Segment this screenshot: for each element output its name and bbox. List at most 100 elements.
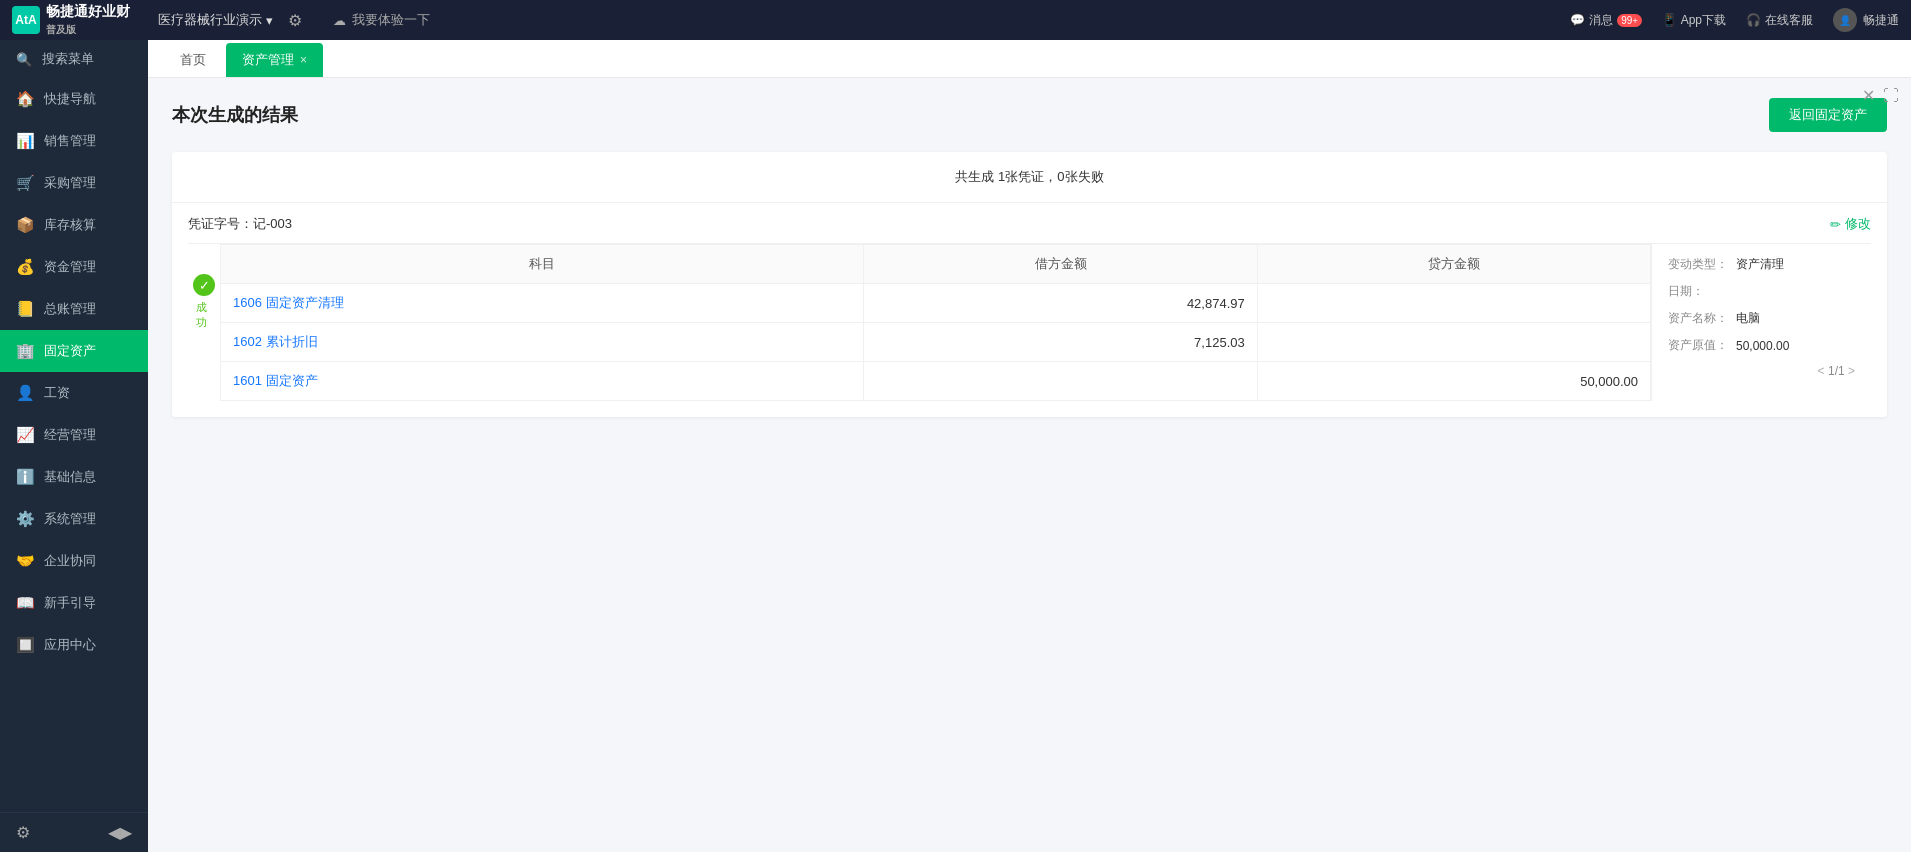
row3-debit: [864, 362, 1257, 401]
sidebar-item-label: 固定资产: [44, 342, 96, 360]
close-panel-button[interactable]: ✕: [1862, 86, 1875, 105]
search-icon: 🔍: [16, 52, 32, 67]
col-header-subject: 科目: [221, 245, 864, 284]
asset-name-row: 资产名称： 电脑: [1668, 310, 1855, 327]
voucher-header: 凭证字号：记-003 ✏ 修改: [188, 203, 1871, 244]
tab-asset-mgmt[interactable]: 资产管理 ×: [226, 43, 323, 77]
sidebar-item-label: 新手引导: [44, 594, 96, 612]
row2-subject: 1602 累计折旧: [221, 323, 864, 362]
panel-controls: ✕ ⛶: [1862, 86, 1899, 105]
user-area[interactable]: 👤 畅捷通: [1833, 8, 1899, 32]
row1-credit: [1257, 284, 1650, 323]
change-type-label: 变动类型：: [1668, 256, 1728, 273]
company-selector[interactable]: 医疗器械行业演示 ▾: [158, 11, 273, 29]
col-header-credit: 贷方金额: [1257, 245, 1650, 284]
voucher-content: ✓ 成功 科目 借方金额 贷方金额: [188, 244, 1871, 401]
sidebar-item-app-center[interactable]: 🔲 应用中心: [0, 624, 148, 666]
sidebar-item-fixed-assets[interactable]: 🏢 固定资产: [0, 330, 148, 372]
sidebar-item-inventory[interactable]: 📦 库存核算: [0, 204, 148, 246]
home-icon: 🏠: [16, 90, 34, 108]
original-value-value: 50,000.00: [1736, 339, 1789, 353]
cloud-icon: ☁: [333, 13, 346, 28]
sidebar-item-search[interactable]: 🔍 搜索菜单: [0, 40, 148, 78]
sidebar-item-quick-nav[interactable]: 🏠 快捷导航: [0, 78, 148, 120]
purchase-icon: 🛒: [16, 174, 34, 192]
row1-subject: 1606 固定资产清理: [221, 284, 864, 323]
date-label: 日期：: [1668, 283, 1704, 300]
sidebar-item-purchase[interactable]: 🛒 采购管理: [0, 162, 148, 204]
result-summary: 共生成 1张凭证，0张失败: [172, 152, 1887, 203]
support-icon: 🎧: [1746, 13, 1761, 27]
sidebar-item-funds[interactable]: 💰 资金管理: [0, 246, 148, 288]
tab-bar: 首页 资产管理 ×: [148, 40, 1911, 78]
tab-home[interactable]: 首页: [164, 43, 222, 77]
sidebar-item-label: 采购管理: [44, 174, 96, 192]
table-row: 1601 固定资产 50,000.00: [221, 362, 1651, 401]
messages-button[interactable]: 💬 消息 99+: [1570, 12, 1641, 29]
logo-icon: AtA: [12, 6, 40, 34]
date-row: 日期：: [1668, 283, 1855, 300]
sidebar-item-label: 基础信息: [44, 468, 96, 486]
experience-button[interactable]: ☁ 我要体验一下: [333, 11, 430, 29]
next-page-button[interactable]: >: [1848, 364, 1855, 378]
sidebar-collapse-icon[interactable]: ◀▶: [108, 823, 132, 842]
success-circle-icon: ✓: [193, 274, 215, 296]
sidebar-item-enterprise[interactable]: 🤝 企业协同: [0, 540, 148, 582]
settings-icon[interactable]: ⚙: [281, 6, 309, 34]
company-name: 医疗器械行业演示: [158, 11, 262, 29]
summary-text: 共生成 1张凭证，0张失败: [955, 169, 1103, 184]
sidebar-item-sales[interactable]: 📊 销售管理: [0, 120, 148, 162]
sidebar-item-basic-info[interactable]: ℹ️ 基础信息: [0, 456, 148, 498]
app-name: 畅捷通好业财: [46, 3, 130, 21]
prev-page-button[interactable]: <: [1818, 364, 1825, 378]
sidebar-item-system[interactable]: ⚙️ 系统管理: [0, 498, 148, 540]
tab-home-label: 首页: [180, 51, 206, 69]
online-support-button[interactable]: 🎧 在线客服: [1746, 12, 1813, 29]
sidebar: 🔍 搜索菜单 🏠 快捷导航 📊 销售管理 🛒 采购管理 📦 库存核算 💰 资金管…: [0, 40, 148, 852]
change-type-value: 资产清理: [1736, 256, 1784, 273]
sidebar-settings-icon[interactable]: ⚙: [16, 823, 30, 842]
edit-button[interactable]: ✏ 修改: [1830, 215, 1871, 233]
original-value-label: 资产原值：: [1668, 337, 1728, 354]
experience-text: 我要体验一下: [352, 11, 430, 29]
row3-subject: 1601 固定资产: [221, 362, 864, 401]
basic-info-icon: ℹ️: [16, 468, 34, 486]
fixed-assets-icon: 🏢: [16, 342, 34, 360]
app-subtitle: 普及版: [46, 23, 130, 37]
asset-name-value: 电脑: [1736, 310, 1760, 327]
logo-area: AtA 畅捷通好业财 普及版: [12, 3, 130, 37]
original-value-row: 资产原值： 50,000.00: [1668, 337, 1855, 354]
sidebar-item-operations[interactable]: 📈 经营管理: [0, 414, 148, 456]
chevron-down-icon: ▾: [266, 13, 273, 28]
sidebar-item-label: 资金管理: [44, 258, 96, 276]
sidebar-item-guide[interactable]: 📖 新手引导: [0, 582, 148, 624]
app-download-button[interactable]: 📱 App下载: [1662, 12, 1726, 29]
tab-close-icon[interactable]: ×: [300, 53, 307, 67]
sidebar-item-label: 销售管理: [44, 132, 96, 150]
sidebar-item-ledger[interactable]: 📒 总账管理: [0, 288, 148, 330]
messages-label: 消息: [1589, 12, 1613, 29]
sales-icon: 📊: [16, 132, 34, 150]
header-left: AtA 畅捷通好业财 普及版 医疗器械行业演示 ▾ ⚙ ☁ 我要体验一下: [12, 3, 430, 37]
sidebar-item-label: 库存核算: [44, 216, 96, 234]
asset-name-label: 资产名称：: [1668, 310, 1728, 327]
app-body: 🔍 搜索菜单 🏠 快捷导航 📊 销售管理 🛒 采购管理 📦 库存核算 💰 资金管…: [0, 40, 1911, 852]
pagination-text: 1/1: [1828, 364, 1848, 378]
row3-credit: 50,000.00: [1257, 362, 1650, 401]
enterprise-icon: 🤝: [16, 552, 34, 570]
voucher-table: 科目 借方金额 贷方金额 1606 固定资产清理 42,874.: [220, 244, 1651, 401]
sidebar-item-label: 工资: [44, 384, 70, 402]
sidebar-item-label: 总账管理: [44, 300, 96, 318]
sidebar-item-payroll[interactable]: 👤 工资: [0, 372, 148, 414]
app-center-icon: 🔲: [16, 636, 34, 654]
edit-label: 修改: [1845, 215, 1871, 233]
success-label: 成功: [196, 300, 212, 330]
sidebar-item-label: 搜索菜单: [42, 50, 94, 68]
top-header: AtA 畅捷通好业财 普及版 医疗器械行业演示 ▾ ⚙ ☁ 我要体验一下 💬 消…: [0, 0, 1911, 40]
expand-panel-button[interactable]: ⛶: [1883, 86, 1899, 105]
tab-asset-mgmt-label: 资产管理: [242, 51, 294, 69]
logo-text-area: 畅捷通好业财 普及版: [46, 3, 130, 37]
sidebar-item-label: 企业协同: [44, 552, 96, 570]
payroll-icon: 👤: [16, 384, 34, 402]
row2-credit: [1257, 323, 1650, 362]
